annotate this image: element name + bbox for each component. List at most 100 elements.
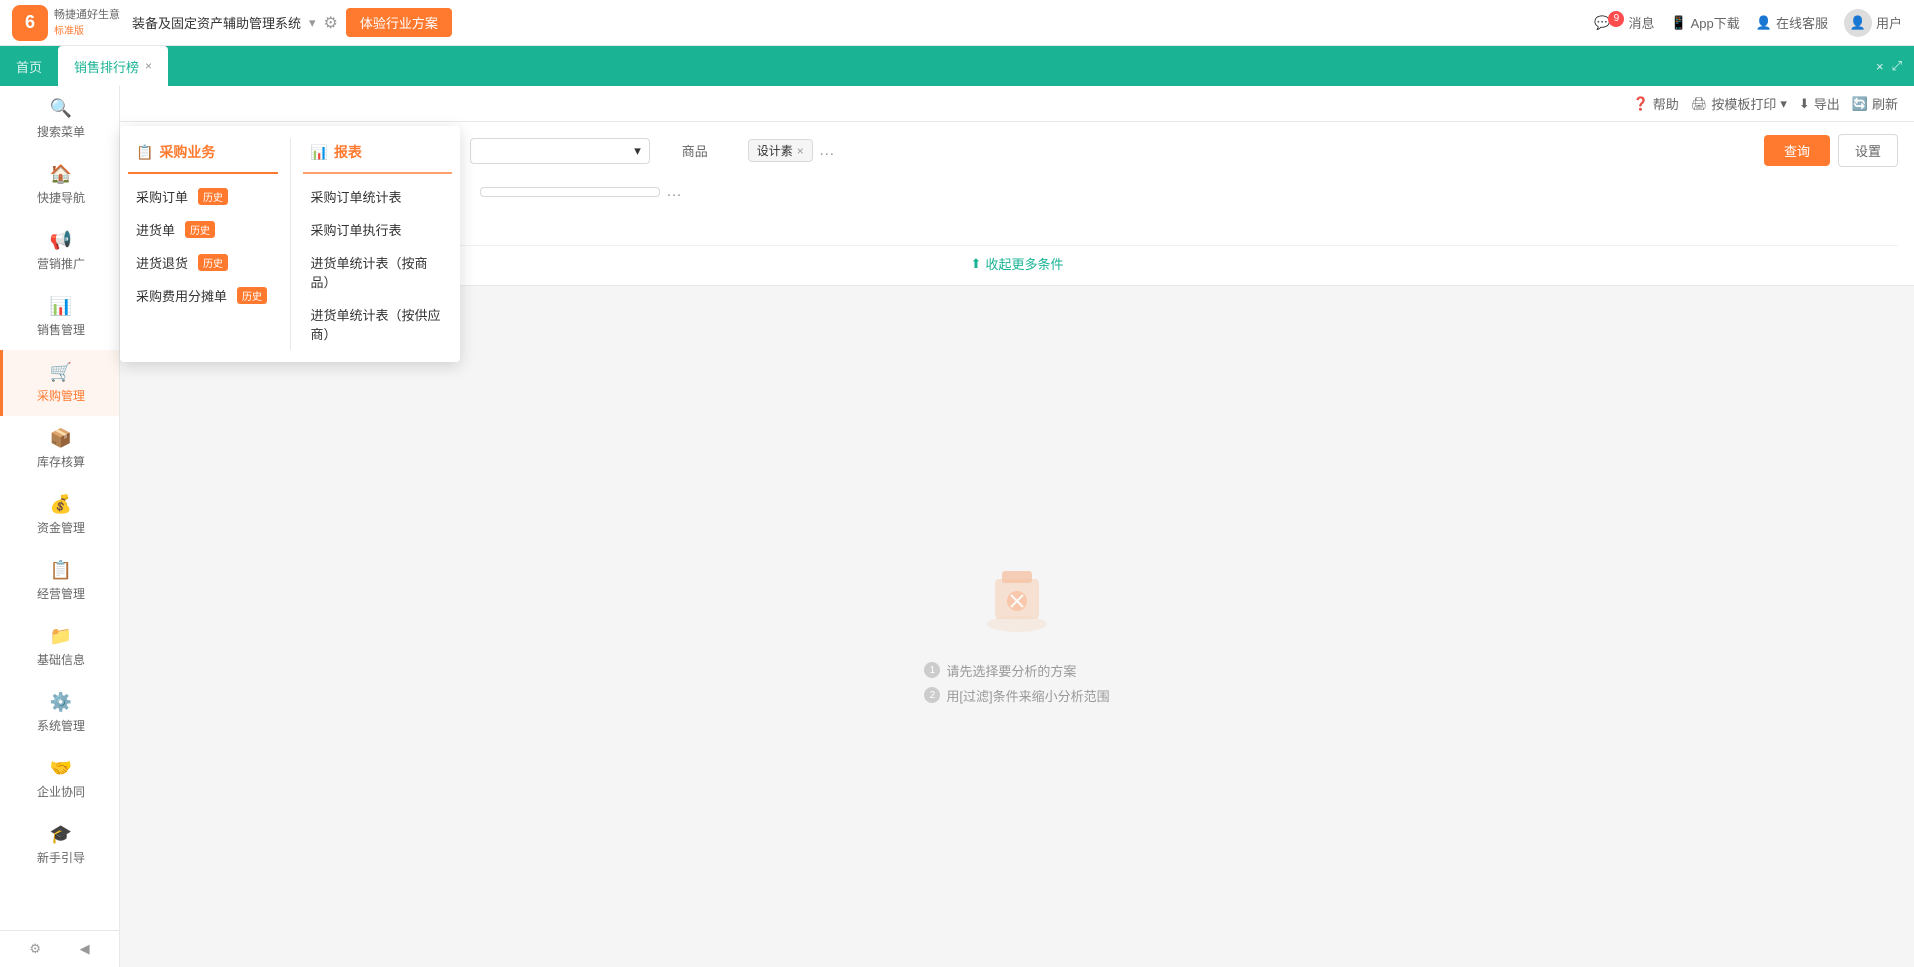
tab-close-icon[interactable]: × — [145, 59, 152, 73]
app-icon: 📱 — [1670, 15, 1686, 31]
sidebar-item-finance[interactable]: 💰 资金管理 — [0, 482, 119, 548]
purchase-expense-item[interactable]: 采购费用分摊单 历史 — [128, 279, 278, 312]
purchase-expense-label: 采购费用分摊单 — [136, 286, 227, 305]
report-order-stats-item[interactable]: 采购订单统计表 — [303, 180, 453, 213]
system-icon: ⚙️ — [50, 692, 72, 713]
basic-info-icon: 📁 — [50, 626, 72, 647]
sidebar-item-basic-info[interactable]: 📁 基础信息 — [0, 614, 119, 680]
operations-icon: 📋 — [50, 560, 72, 581]
message-label: 消息 — [1628, 13, 1654, 32]
sidebar-collapse-icon[interactable]: ◀ — [80, 941, 90, 957]
online-service-label: 在线客服 — [1776, 13, 1828, 32]
export-btn[interactable]: ⬇ 导出 — [1799, 94, 1840, 113]
sidebar-settings-icon[interactable]: ⚙ — [29, 941, 41, 957]
print-dropdown-icon[interactable]: ▾ — [1780, 96, 1787, 112]
export-label: 导出 — [1814, 94, 1840, 113]
tab-sales-ranking-label: 销售排行榜 — [74, 57, 139, 76]
print-label: 按模板打印 — [1711, 94, 1776, 113]
purchase-order-item[interactable]: 采购订单 历史 — [128, 180, 278, 213]
report-inbound-goods-item[interactable]: 进货单统计表（按商品） — [303, 246, 453, 298]
header-right: 💬 9 消息 📱 App下载 👤 在线客服 👤 用户 — [1594, 9, 1902, 37]
report-col: 📊 报表 采购订单统计表 采购订单执行表 进货单统计表（按商品） 进货单统计表（… — [295, 138, 461, 350]
help-icon: ❓ — [1633, 96, 1649, 112]
report-inbound-supplier-item[interactable]: 进货单统计表（按供应商） — [303, 298, 453, 350]
dropdown-cols: 📋 采购业务 采购订单 历史 进货单 历史 进货退货 历史 — [120, 138, 460, 350]
goods-more-icon[interactable]: … — [819, 142, 835, 160]
purchase-return-history-badge: 历史 — [198, 254, 228, 271]
purchase-expense-history-badge: 历史 — [237, 287, 267, 304]
system-dropdown-arrow[interactable]: ▾ — [309, 15, 316, 31]
goods-tag-close-icon[interactable]: × — [797, 144, 804, 158]
message-badge: 9 — [1608, 11, 1624, 27]
purchase-return-item[interactable]: 进货退货 历史 — [128, 246, 278, 279]
app-download-label: App下载 — [1691, 13, 1740, 32]
search-icon: 🔍 — [50, 98, 72, 119]
bill-status-select[interactable]: ▾ — [470, 138, 650, 164]
sidebar-item-finance-label: 资金管理 — [37, 519, 85, 536]
help-btn[interactable]: ❓ 帮助 — [1633, 94, 1679, 113]
salesman-select[interactable] — [480, 187, 660, 197]
sidebar-item-enterprise-label: 企业协同 — [37, 783, 85, 800]
sidebar-item-inventory[interactable]: 📦 库存核算 — [0, 416, 119, 482]
purchase-inbound-history-badge: 历史 — [185, 221, 215, 238]
help-label: 帮助 — [1653, 94, 1679, 113]
finance-icon: 💰 — [50, 494, 72, 515]
purchase-header-icon: 📋 — [136, 144, 153, 161]
online-service-btn[interactable]: 👤 在线客服 — [1756, 13, 1828, 32]
print-btn[interactable]: 🖨 按模板打印 ▾ — [1691, 94, 1787, 113]
tab-home[interactable]: 首页 — [0, 46, 58, 86]
hint-num-1: 1 — [924, 662, 940, 678]
header-settings-icon[interactable]: ⚙ — [324, 13, 338, 33]
goods-tag: 设计素 × — [748, 139, 813, 162]
collapse-label: 收起更多条件 — [985, 254, 1063, 273]
tab-expand-icon[interactable]: ⤢ — [1892, 58, 1902, 74]
purchase-return-label: 进货退货 — [136, 253, 188, 272]
sidebar-item-basic-info-label: 基础信息 — [37, 651, 85, 668]
query-btn[interactable]: 查询 — [1764, 135, 1830, 166]
user-label: 用户 — [1876, 13, 1902, 32]
sidebar-item-nav[interactable]: 🏠 快捷导航 — [0, 152, 119, 218]
purchase-inbound-item[interactable]: 进货单 历史 — [128, 213, 278, 246]
tab-close-all-icon[interactable]: × — [1876, 59, 1884, 74]
logo-area: 6 畅捷通好生意 标准版 — [12, 5, 132, 41]
empty-illustration — [967, 549, 1067, 649]
sidebar-item-enterprise[interactable]: 🤝 企业协同 — [0, 746, 119, 812]
purchase-order-history-badge: 历史 — [198, 188, 228, 205]
marketing-icon: 📢 — [50, 230, 72, 251]
main-layout: 🔍 搜索菜单 🏠 快捷导航 📢 营销推广 📊 销售管理 🛒 采购管理 📦 库存核… — [0, 86, 1914, 967]
tab-sales-ranking[interactable]: 销售排行榜 × — [58, 46, 168, 86]
collapse-btn[interactable]: ⬆ 收起更多条件 — [971, 254, 1064, 273]
app-download-btn[interactable]: 📱 App下载 — [1670, 13, 1739, 32]
sidebar-item-sales-label: 销售管理 — [37, 321, 85, 338]
report-header-label: 报表 — [334, 142, 362, 162]
goods-tag-text: 设计素 — [757, 142, 793, 159]
refresh-icon: 🔄 — [1852, 96, 1868, 112]
purchase-header-label: 采购业务 — [159, 142, 215, 162]
sidebar-item-purchase[interactable]: 🛒 采购管理 — [0, 350, 119, 416]
logo-badge: 标准版 — [54, 22, 120, 37]
inventory-icon: 📦 — [50, 428, 72, 449]
empty-hint-2-text: 用[过滤]条件来缩小分析范围 — [946, 686, 1109, 705]
report-order-exec-label: 采购订单执行表 — [311, 220, 402, 239]
industry-btn[interactable]: 体验行业方案 — [346, 8, 452, 37]
sidebar-item-marketing-label: 营销推广 — [37, 255, 85, 272]
sidebar-item-operations[interactable]: 📋 经营管理 — [0, 548, 119, 614]
salesman-more-icon[interactable]: … — [666, 183, 682, 201]
sidebar-bottom: ⚙ ◀ — [0, 930, 119, 967]
empty-hint-1-text: 请先选择要分析的方案 — [946, 661, 1076, 680]
sidebar-item-sales[interactable]: 📊 销售管理 — [0, 284, 119, 350]
user-btn[interactable]: 👤 用户 — [1844, 9, 1902, 37]
sidebar-item-guide[interactable]: 🎓 新手引导 — [0, 812, 119, 878]
refresh-label: 刷新 — [1872, 94, 1898, 113]
refresh-btn[interactable]: 🔄 刷新 — [1852, 94, 1898, 113]
report-inbound-goods-label: 进货单统计表（按商品） — [311, 253, 445, 291]
nav-tabs-actions: × ⤢ — [1876, 58, 1914, 74]
sidebar-item-system[interactable]: ⚙️ 系统管理 — [0, 680, 119, 746]
empty-hint-2: 2 用[过滤]条件来缩小分析范围 — [924, 686, 1109, 705]
sidebar-item-search[interactable]: 🔍 搜索菜单 — [0, 86, 119, 152]
report-order-exec-item[interactable]: 采购订单执行表 — [303, 213, 453, 246]
report-order-stats-label: 采购订单统计表 — [311, 187, 402, 206]
setting-btn[interactable]: 设置 — [1838, 134, 1898, 167]
sidebar-item-marketing[interactable]: 📢 营销推广 — [0, 218, 119, 284]
message-btn[interactable]: 💬 9 消息 — [1594, 13, 1654, 32]
